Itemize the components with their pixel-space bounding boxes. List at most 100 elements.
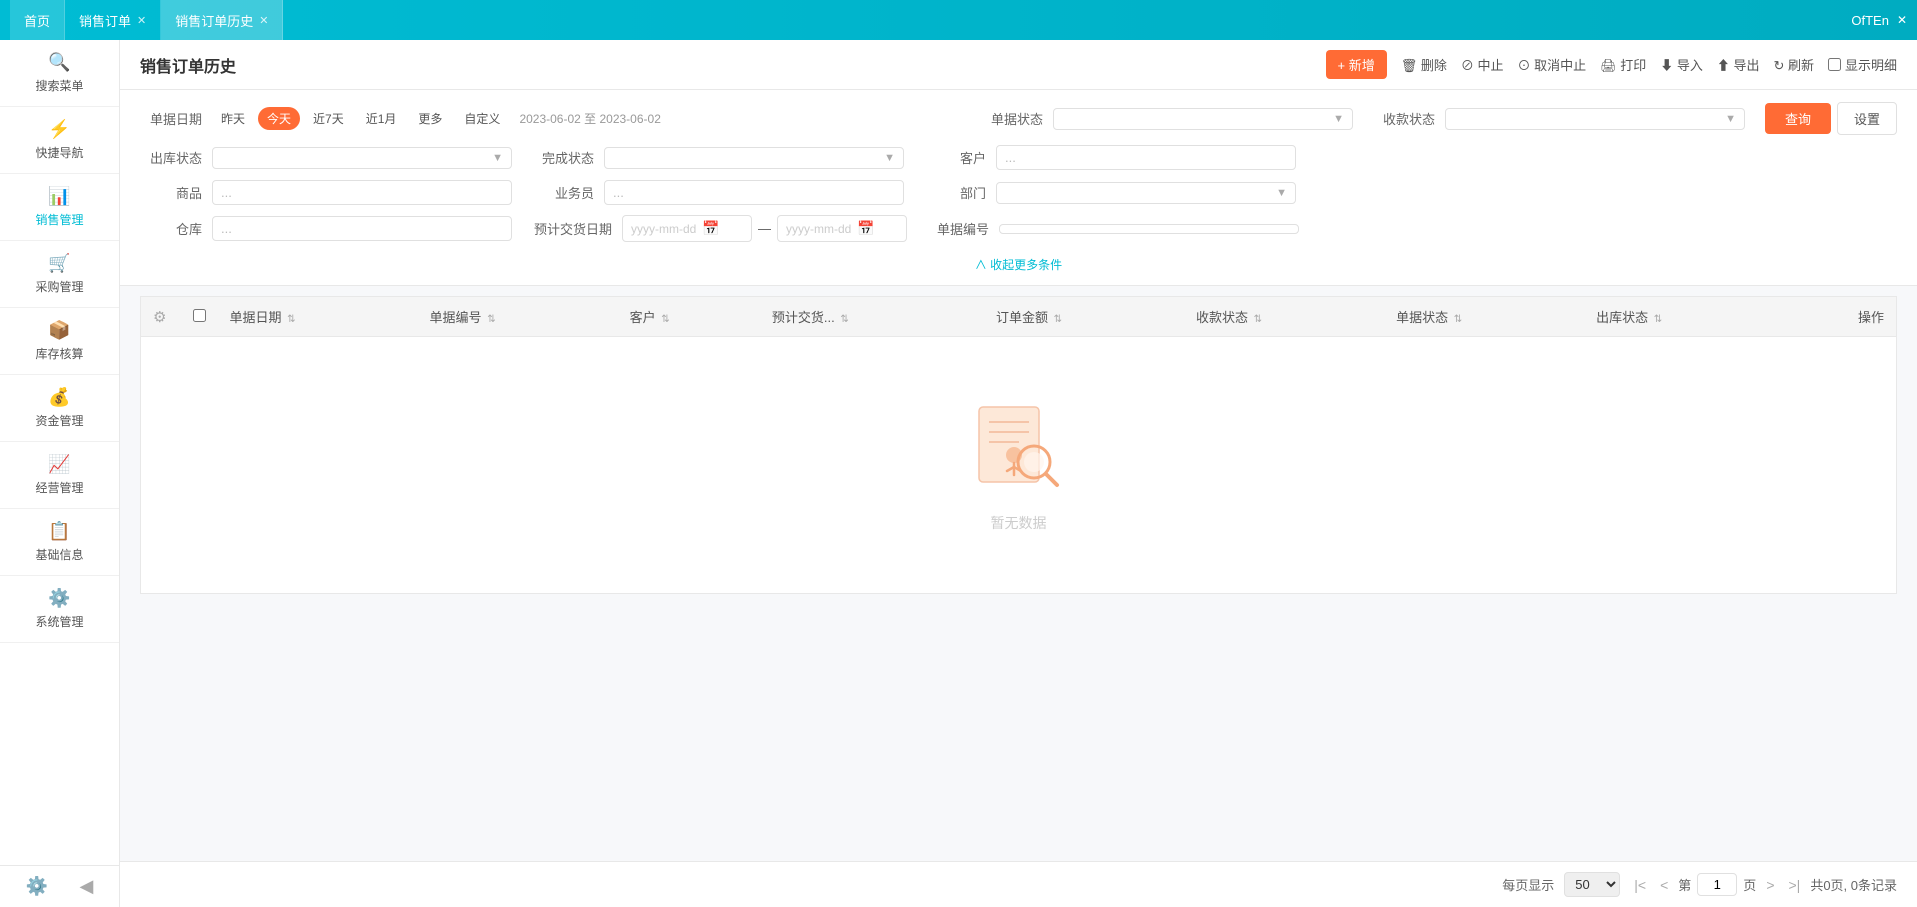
sidebar-item-operations[interactable]: 📈 经营管理: [0, 442, 119, 509]
order-no-input[interactable]: [999, 224, 1299, 234]
sidebar-item-finance[interactable]: 💰 资金管理: [0, 375, 119, 442]
page-number-input[interactable]: 1: [1697, 873, 1737, 896]
th-out-stock-sort: ⇅: [1654, 314, 1662, 325]
complete-select[interactable]: ▼: [604, 147, 904, 169]
sales-mgmt-icon: 📊: [48, 186, 70, 207]
date-btn-today[interactable]: 今天: [258, 107, 300, 130]
data-table: ⚙ 单据日期 ⇅ 单据编号 ⇅: [140, 296, 1897, 594]
date-btn-custom[interactable]: 自定义: [455, 107, 509, 130]
sidebar-item-basic-info[interactable]: 📋 基础信息: [0, 509, 119, 576]
sidebar-item-search-menu[interactable]: 🔍 搜索菜单: [0, 40, 119, 107]
sidebar-item-search-menu-label: 搜索菜单: [35, 77, 83, 94]
settings-button[interactable]: 设置: [1837, 102, 1897, 135]
top-bar-close-icon[interactable]: ✕: [1897, 13, 1907, 27]
next-page-button[interactable]: >: [1762, 875, 1778, 895]
th-customer-label: 客户: [630, 310, 656, 325]
sidebar-item-sys-mgmt[interactable]: ⚙️ 系统管理: [0, 576, 119, 643]
date-btn-yesterday[interactable]: 昨天: [212, 107, 254, 130]
th-date-sort: ⇅: [287, 314, 295, 325]
collapse-bar[interactable]: ∧ 收起更多条件: [140, 252, 1897, 273]
tab-sales-order-history[interactable]: 销售订单历史 ✕: [161, 0, 283, 40]
display-detail-label[interactable]: 显示明细: [1828, 55, 1897, 74]
display-detail-checkbox[interactable]: [1828, 58, 1841, 71]
customer-input[interactable]: ...: [996, 145, 1296, 170]
page-size-select[interactable]: 10 20 50 100: [1564, 872, 1620, 897]
department-select[interactable]: ▼: [996, 182, 1296, 204]
sidebar-item-inventory-label: 库存核算: [35, 345, 83, 362]
sidebar-item-sales-mgmt-label: 销售管理: [35, 211, 83, 228]
th-customer[interactable]: 客户 ⇅: [618, 297, 760, 337]
quick-nav-icon: ⚡: [48, 119, 70, 140]
th-customer-sort: ⇅: [661, 314, 669, 325]
sidebar-item-finance-label: 资金管理: [35, 412, 83, 429]
sidebar-item-operations-label: 经营管理: [35, 479, 83, 496]
complete-arrow-icon: ▼: [884, 152, 895, 164]
th-receipt-status[interactable]: 收款状态 ⇅: [1184, 297, 1384, 337]
th-expected[interactable]: 预计交货... ⇅: [760, 297, 984, 337]
expected-delivery-end[interactable]: yyyy-mm-dd 📅: [777, 215, 907, 242]
th-out-stock[interactable]: 出库状态 ⇅: [1584, 297, 1784, 337]
sys-mgmt-icon: ⚙️: [48, 588, 70, 609]
sidebar-item-purchase-mgmt[interactable]: 🛒 采购管理: [0, 241, 119, 308]
warehouse-label: 仓库: [140, 219, 212, 238]
department-arrow-icon: ▼: [1276, 187, 1287, 199]
page-title-bar: 销售订单历史 + 新增 🗑 删除 ⊘ 中止 ⊙ 取消中止 🖨 打印 ⬇ 导入 ⬆…: [120, 40, 1917, 90]
out-stock-select[interactable]: ▼: [212, 147, 512, 169]
top-bar-right: OfTEn ✕: [1851, 13, 1907, 28]
receipt-status-select[interactable]: ▼: [1445, 108, 1745, 130]
import-button[interactable]: ⬇ 导入: [1660, 55, 1703, 74]
last-page-button[interactable]: >|: [1785, 875, 1805, 895]
date-btn-more[interactable]: 更多: [409, 107, 451, 130]
print-button[interactable]: 🖨 打印: [1600, 55, 1646, 74]
cancel-stop-button[interactable]: ⊙ 取消中止: [1517, 55, 1586, 74]
refresh-button[interactable]: ↻ 刷新: [1773, 55, 1814, 74]
th-expected-label: 预计交货...: [772, 310, 835, 325]
salesperson-input[interactable]: ...: [604, 180, 904, 205]
table-wrapper: ⚙ 单据日期 ⇅ 单据编号 ⇅: [120, 286, 1917, 861]
tab-sales-order-close[interactable]: ✕: [137, 14, 146, 27]
sidebar-item-inventory[interactable]: 📦 库存核算: [0, 308, 119, 375]
customer-label: 客户: [924, 148, 996, 167]
goods-dots: ...: [221, 185, 232, 200]
top-bar: 首页 销售订单 ✕ 销售订单历史 ✕ OfTEn ✕: [0, 0, 1917, 40]
new-button[interactable]: + 新增: [1326, 50, 1387, 79]
prev-page-button[interactable]: <: [1656, 875, 1672, 895]
th-bill-status[interactable]: 单据状态 ⇅: [1384, 297, 1584, 337]
out-stock-label: 出库状态: [140, 148, 212, 167]
date-filter-control: 昨天 今天 近7天 近1月 更多 自定义 2023-06-02 至 2023-0…: [212, 107, 981, 130]
export-button[interactable]: ⬆ 导出: [1717, 55, 1760, 74]
first-page-button[interactable]: |<: [1630, 875, 1650, 895]
th-amount[interactable]: 订单金额 ⇅: [984, 297, 1184, 337]
sidebar-collapse-icon[interactable]: ◀: [79, 876, 93, 897]
table-settings-icon[interactable]: ⚙: [153, 309, 166, 326]
query-button[interactable]: 查询: [1765, 103, 1831, 134]
display-detail-text: 显示明细: [1845, 55, 1897, 74]
goods-label: 商品: [140, 183, 212, 202]
sidebar-item-sales-mgmt[interactable]: 📊 销售管理: [0, 174, 119, 241]
tab-sales-order[interactable]: 销售订单 ✕: [65, 0, 161, 40]
status-select[interactable]: ▼: [1053, 108, 1353, 130]
sidebar-item-quick-nav[interactable]: ⚡ 快捷导航: [0, 107, 119, 174]
filter-area: 单据日期 昨天 今天 近7天 近1月 更多 自定义 2023-06-02 至 2…: [120, 90, 1917, 286]
th-no-label: 单据编号: [430, 310, 482, 325]
date-btn-7days[interactable]: 近7天: [304, 107, 353, 130]
tab-sales-order-history-close[interactable]: ✕: [259, 14, 268, 27]
table-body: 暂无数据: [141, 337, 1897, 594]
receipt-status-label: 收款状态: [1373, 109, 1445, 128]
date-btn-1month[interactable]: 近1月: [357, 107, 406, 130]
sidebar-item-basic-info-label: 基础信息: [35, 546, 83, 563]
th-no[interactable]: 单据编号 ⇅: [418, 297, 618, 337]
th-date[interactable]: 单据日期 ⇅: [218, 297, 418, 337]
status-label: 单据状态: [981, 109, 1053, 128]
expected-delivery-start[interactable]: yyyy-mm-dd 📅: [622, 215, 752, 242]
sidebar-item-quick-nav-label: 快捷导航: [35, 144, 83, 161]
warehouse-input[interactable]: ...: [212, 216, 512, 241]
tab-home[interactable]: 首页: [10, 0, 65, 40]
stop-button[interactable]: ⊘ 中止: [1461, 55, 1504, 74]
tab-bar: 首页 销售订单 ✕ 销售订单历史 ✕: [10, 0, 283, 40]
cal-end-icon: 📅: [857, 220, 874, 237]
select-all-checkbox[interactable]: [193, 309, 206, 322]
delete-button[interactable]: 🗑 删除: [1401, 55, 1447, 74]
goods-input[interactable]: ...: [212, 180, 512, 205]
sidebar-settings-icon[interactable]: ⚙️: [26, 876, 48, 897]
